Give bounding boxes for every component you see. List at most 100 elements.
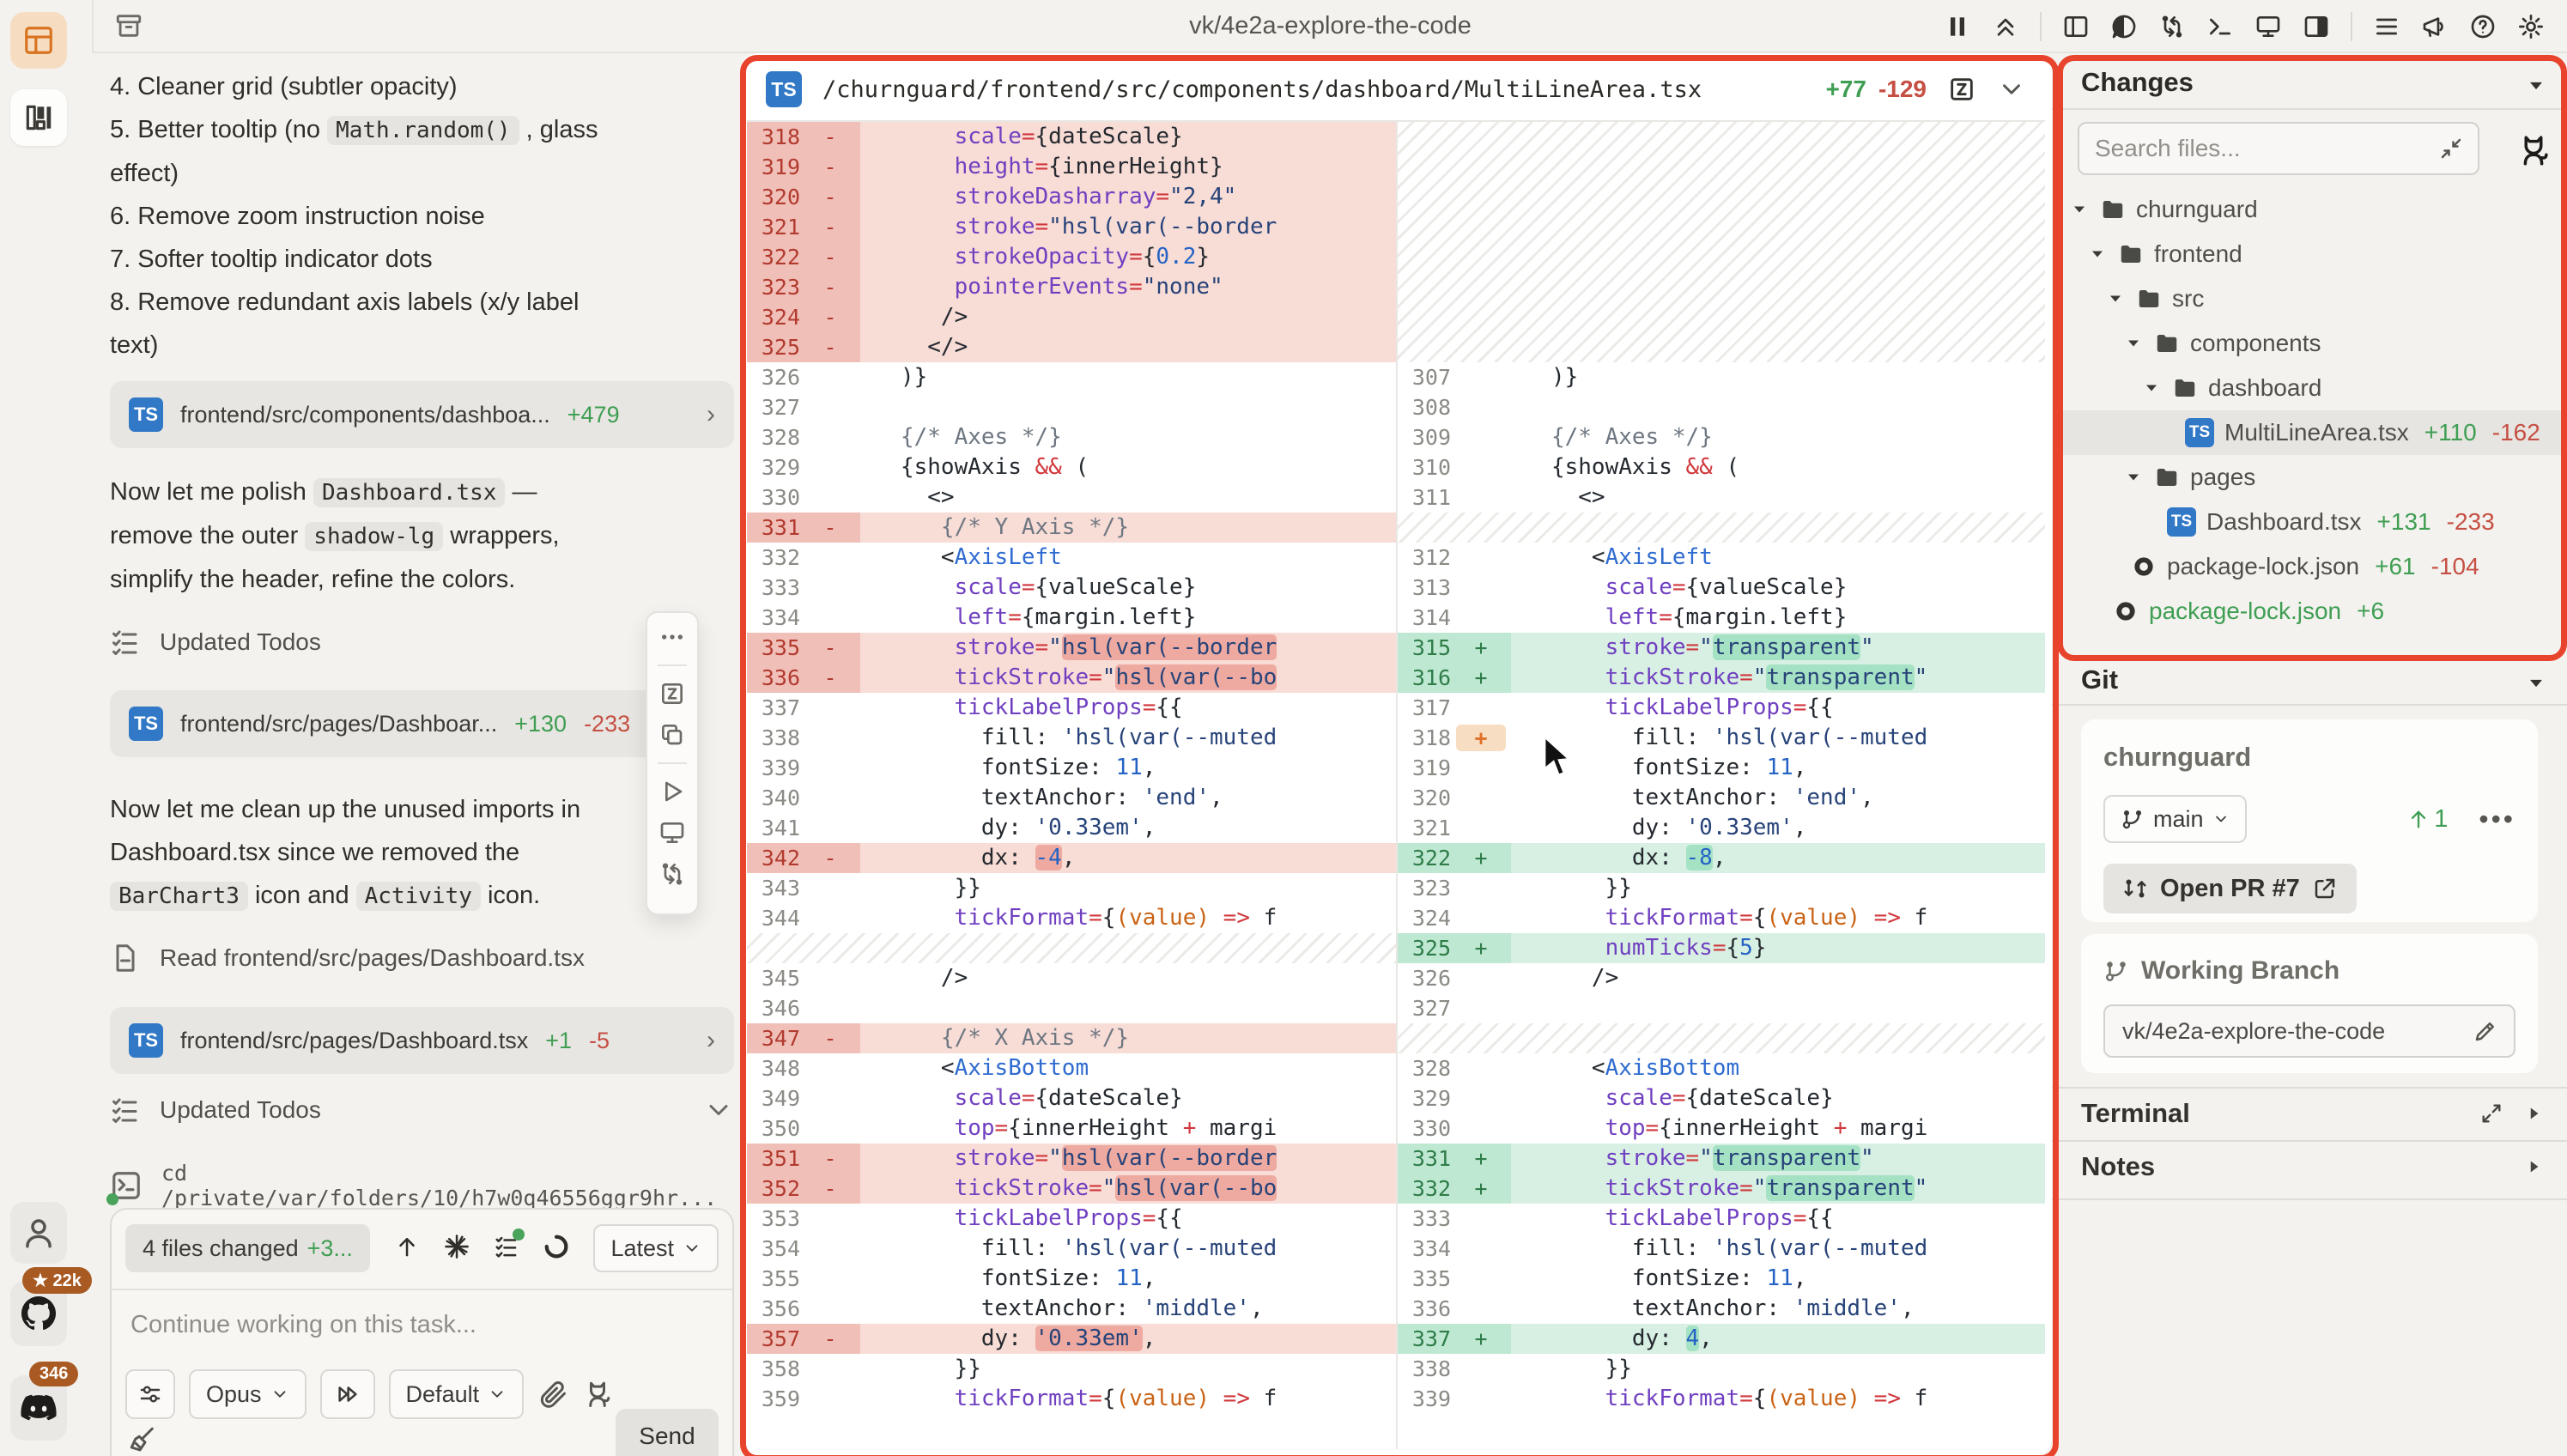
file-search[interactable] xyxy=(2078,122,2479,175)
composer-input[interactable]: Continue working on this task... xyxy=(130,1311,476,1339)
tree-file-MultiLineArea.tsx[interactable]: TSMultiLineArea.tsx+110-162 xyxy=(2055,410,2564,455)
attachment-paperclip-icon[interactable] xyxy=(537,1379,568,1410)
collapse-tree-icon[interactable] xyxy=(2438,136,2464,161)
tree-folder-pages[interactable]: pages xyxy=(2055,455,2564,500)
running-status-dot xyxy=(106,1193,118,1205)
more-options-icon[interactable] xyxy=(658,623,686,651)
settings-gear-icon[interactable] xyxy=(2517,13,2545,40)
updated-todos-row[interactable]: Updated Todos xyxy=(110,627,734,658)
tree-file-package-lock.json[interactable]: package-lock.json+6 xyxy=(2055,589,2564,634)
archive-box-icon[interactable] xyxy=(114,11,143,40)
line-number: 356 xyxy=(747,1294,800,1324)
tree-folder-components[interactable]: components xyxy=(2055,321,2564,366)
code-text: <> xyxy=(1511,482,2045,513)
more-options-icon[interactable]: ••• xyxy=(2479,804,2515,835)
collapse-caret-icon[interactable] xyxy=(2524,74,2548,98)
diff-sign xyxy=(1451,993,1511,1023)
tree-folder-frontend[interactable]: frontend xyxy=(2055,232,2564,276)
updated-todos-row-2[interactable]: Updated Todos xyxy=(110,1095,734,1125)
pencil-icon[interactable] xyxy=(2473,1018,2498,1044)
chevron-right-icon: › xyxy=(707,400,715,429)
git-compare-icon[interactable] xyxy=(658,860,686,888)
collapse-up-icon[interactable] xyxy=(1992,13,2019,40)
panel-right-icon[interactable] xyxy=(2303,13,2330,40)
line-number: 330 xyxy=(1398,1113,1451,1144)
settings-sliders-button[interactable] xyxy=(125,1369,175,1419)
diff-sign: + xyxy=(1451,1144,1511,1174)
tree-folder-src[interactable]: src xyxy=(2055,276,2564,321)
diff-sign xyxy=(1451,1294,1511,1324)
panel-left-icon[interactable] xyxy=(2062,13,2090,40)
board-columns-button[interactable] xyxy=(10,89,67,146)
broom-icon[interactable] xyxy=(127,1424,158,1455)
assistant-todo-list: 4. Cleaner grid (subtler opacity)5. Bett… xyxy=(110,65,734,367)
code-text: left={margin.left} xyxy=(1511,603,2045,633)
tree-folder-churnguard[interactable]: churnguard xyxy=(2055,187,2564,232)
notes-section-row[interactable]: Notes xyxy=(2052,1140,2567,1193)
cat-icon[interactable] xyxy=(2515,132,2552,168)
diff-view-icon[interactable] xyxy=(1947,75,1976,104)
diff-sign xyxy=(1451,362,1511,392)
expand-icon[interactable] xyxy=(2479,1101,2503,1125)
help-icon[interactable] xyxy=(2469,13,2497,40)
diff-sign xyxy=(800,1204,860,1234)
code-text: scale={valueScale} xyxy=(860,573,1396,603)
mode-dropdown[interactable]: Default xyxy=(389,1369,525,1419)
diff-view-icon[interactable] xyxy=(658,680,686,707)
diff-sign xyxy=(1451,1264,1511,1294)
text-line: remove the outer shadow-lg wrappers, xyxy=(110,514,734,558)
code-text: fontSize: 11, xyxy=(860,753,1396,783)
terminal-command-row[interactable]: cd /private/var/folders/10/h7w0q46556ggr… xyxy=(110,1161,734,1210)
monitor-icon[interactable] xyxy=(2254,13,2282,40)
pause-icon[interactable] xyxy=(1944,13,1971,40)
files-changed-chip[interactable]: 4 files changed +3... xyxy=(125,1224,370,1272)
read-file-row[interactable]: Read frontend/src/pages/Dashboard.tsx xyxy=(110,943,734,974)
arrow-up-icon[interactable] xyxy=(394,1234,420,1263)
chevron-down-icon[interactable] xyxy=(703,1095,734,1125)
diff-line: 331+ stroke="transparent" xyxy=(1398,1144,2045,1174)
diff-line: 318+ fill: 'hsl(var(--muted xyxy=(1398,723,2045,753)
chevron-down-icon[interactable] xyxy=(1997,75,2026,104)
code-text: height={innerHeight} xyxy=(860,152,1396,182)
terminal-section-row[interactable]: Terminal xyxy=(2052,1087,2567,1140)
line-number: 319 xyxy=(747,152,800,182)
tree-file-package-lock.json[interactable]: package-lock.json+61-104 xyxy=(2055,544,2564,589)
version-dropdown[interactable]: Latest xyxy=(593,1224,719,1272)
tree-folder-dashboard[interactable]: dashboard xyxy=(2055,366,2564,410)
collapse-caret-icon[interactable] xyxy=(2524,671,2548,695)
add-comment-button[interactable]: + xyxy=(1456,725,1506,751)
terminal-icon[interactable] xyxy=(2206,13,2234,40)
file-chip-dashboard-truncated[interactable]: TS frontend/src/pages/Dashboar... +130 -… xyxy=(110,690,678,757)
send-button[interactable]: Send xyxy=(616,1409,719,1456)
tree-file-Dashboard.tsx[interactable]: TSDashboard.tsx+131-233 xyxy=(2055,500,2564,544)
fast-forward-button[interactable] xyxy=(320,1369,375,1419)
code-text xyxy=(1511,392,2045,422)
diff-line: 319- height={innerHeight} xyxy=(747,152,1396,182)
working-branch-field[interactable] xyxy=(2103,1004,2515,1058)
search-input[interactable] xyxy=(2093,134,2428,163)
megaphone-icon[interactable] xyxy=(2421,13,2449,40)
file-chip-dashboard[interactable]: TS frontend/src/pages/Dashboard.tsx +1 -… xyxy=(110,1007,734,1074)
diff-sign: - xyxy=(800,122,860,152)
file-chip-multilinearea[interactable]: TS frontend/src/components/dashboa... +4… xyxy=(110,381,734,448)
workspace-layout-button[interactable] xyxy=(10,12,67,69)
caret-right-icon[interactable] xyxy=(2522,1156,2545,1178)
diff-line: 322- strokeOpacity={0.2} xyxy=(747,242,1396,272)
burst-icon[interactable] xyxy=(444,1234,470,1263)
open-pr-button[interactable]: Open PR #7 xyxy=(2103,864,2357,913)
code-text: scale={dateScale} xyxy=(860,122,1396,152)
cat-icon[interactable] xyxy=(582,1379,613,1410)
caret-right-icon[interactable] xyxy=(2522,1102,2545,1125)
git-compare-icon[interactable] xyxy=(2158,13,2186,40)
menu-icon[interactable] xyxy=(2373,13,2400,40)
diff-sign xyxy=(1451,1204,1511,1234)
copy-icon[interactable] xyxy=(658,721,686,749)
working-branch-input[interactable] xyxy=(2121,1017,2473,1046)
branch-dropdown[interactable]: main xyxy=(2103,795,2247,843)
play-icon[interactable] xyxy=(658,778,686,805)
chat-bubble-icon[interactable] xyxy=(2110,13,2138,40)
monitor-icon[interactable] xyxy=(658,819,686,846)
model-dropdown[interactable]: Opus xyxy=(189,1369,306,1419)
account-button[interactable] xyxy=(10,1202,67,1264)
todo-checklist-icon[interactable] xyxy=(494,1234,519,1263)
